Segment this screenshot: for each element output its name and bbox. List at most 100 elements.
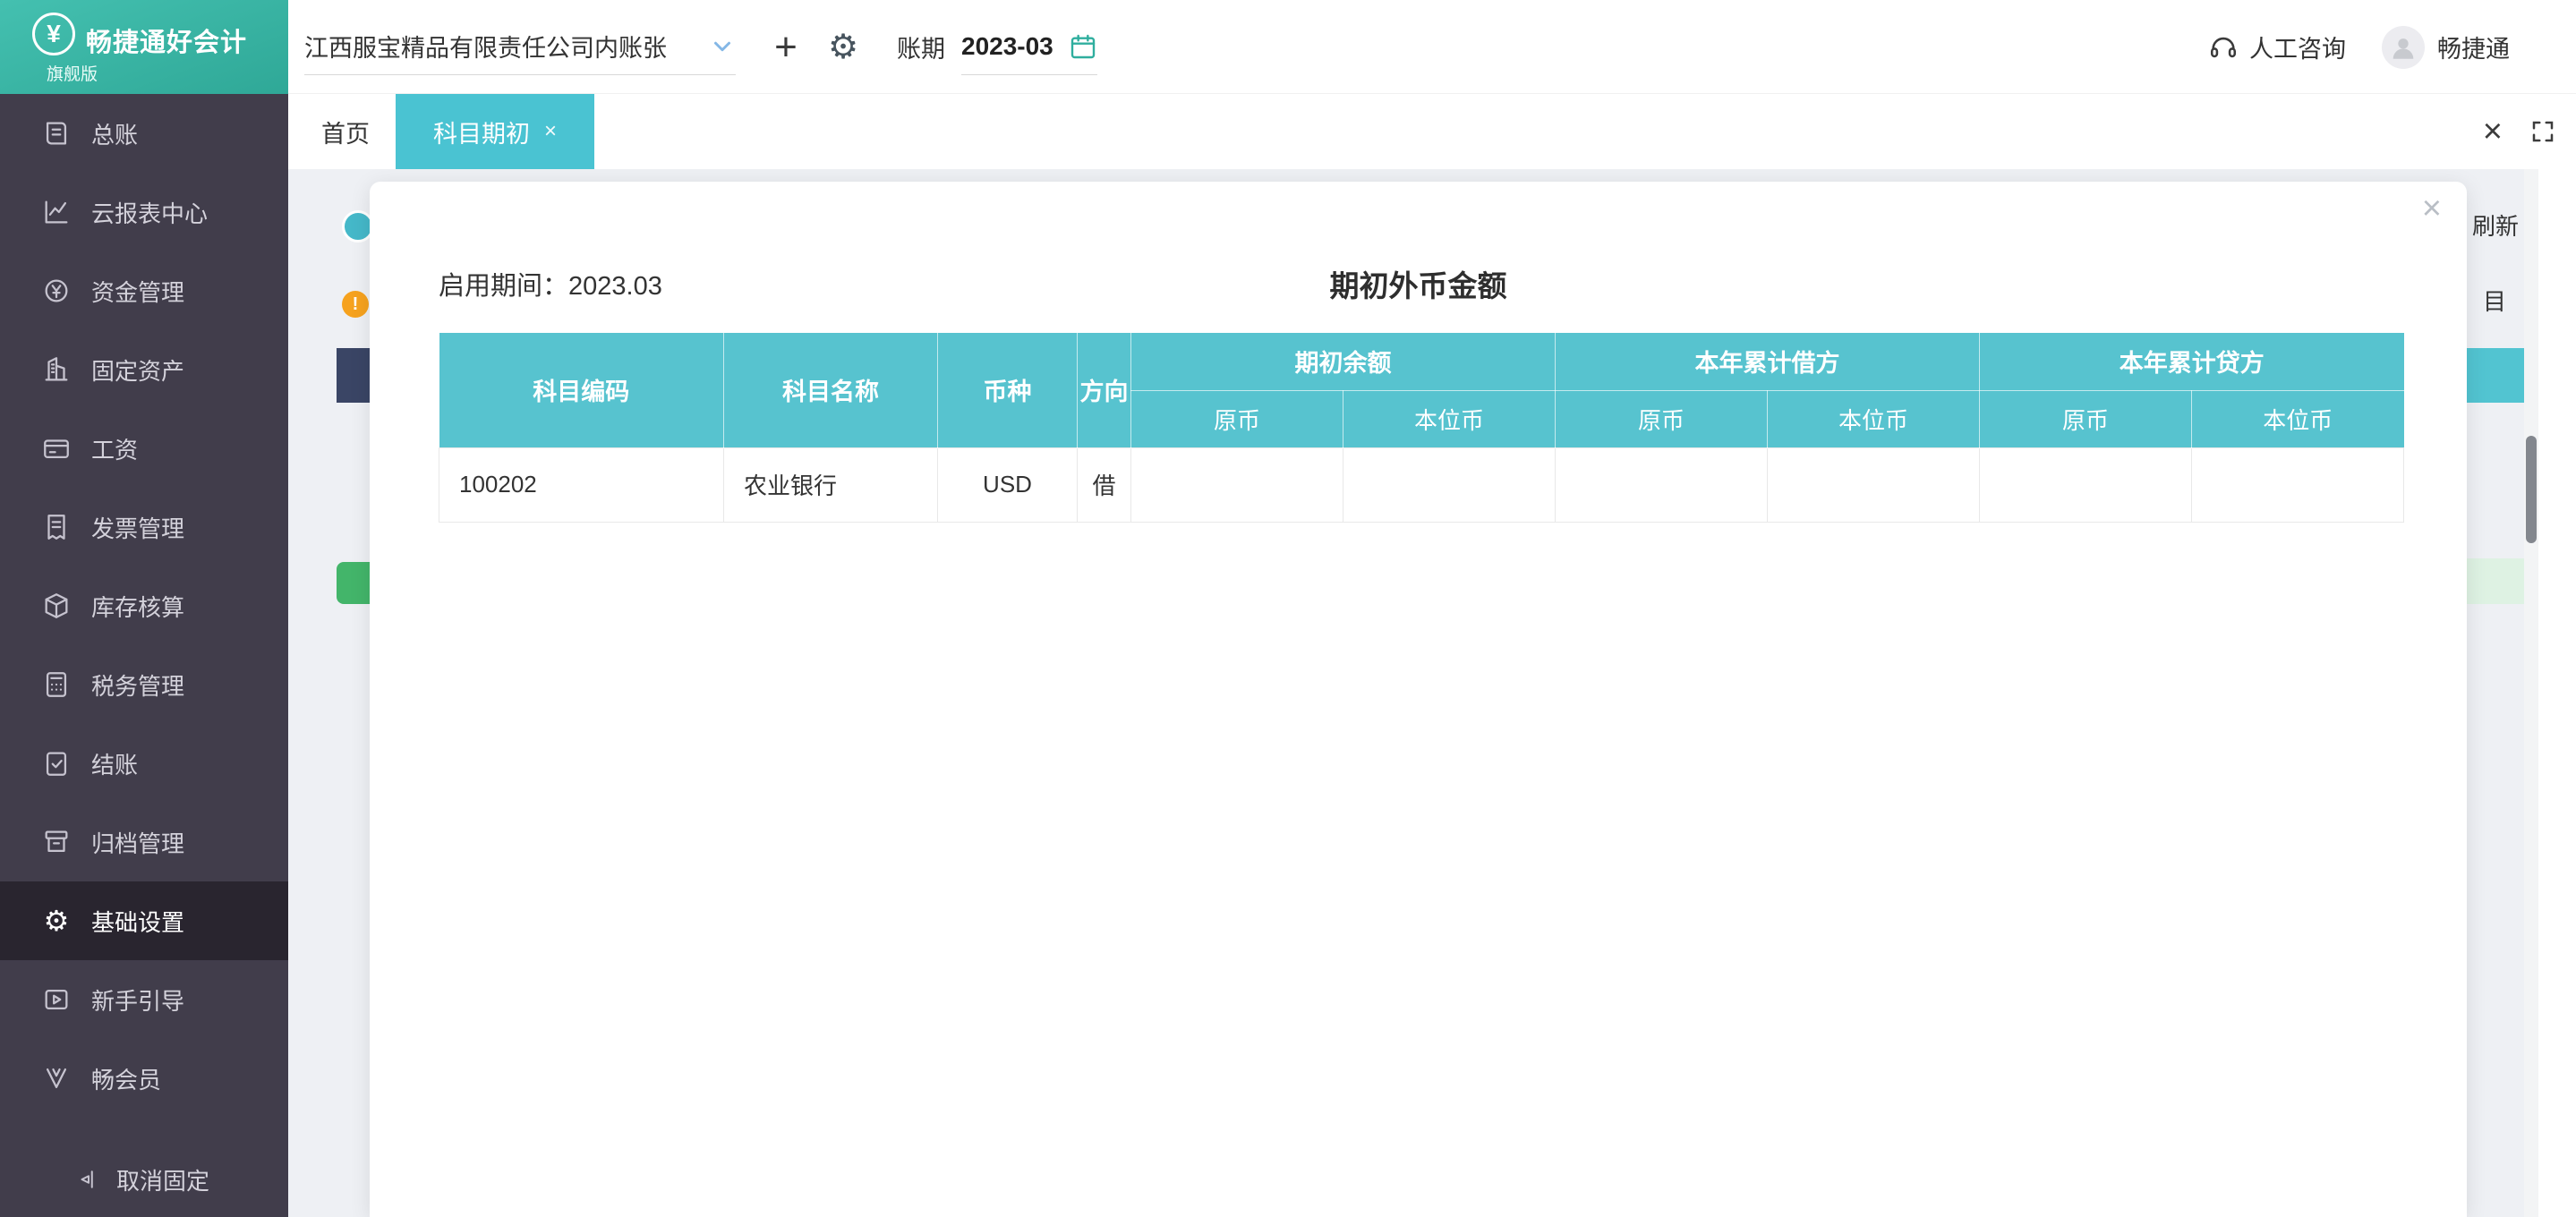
tab-account-opening[interactable]: 科目期初 × (396, 94, 594, 169)
cell-credit-base[interactable] (2191, 447, 2404, 523)
user-box: 畅捷通 (2382, 25, 2510, 69)
sidebar-item-label: 新手引导 (91, 987, 185, 1015)
col-group-ytd-debit: 本年累计借方 (1555, 333, 1980, 391)
support-label: 人工咨询 (2249, 36, 2346, 63)
background-table-header-fragment-right (2467, 348, 2524, 403)
col-header-code: 科目编码 (439, 333, 724, 447)
period-label: 账期 (897, 36, 945, 63)
sidebar: ¥ 畅捷通好会计 旗舰版 总账 云报表中心 资金管理 固定资产 工资 发票管理 … (0, 0, 288, 1217)
fx-table: 科目编码 科目名称 币种 方向 期初余额 本年累计借方 本年累计贷方 原币 本位… (439, 333, 2404, 523)
sidebar-item-basic-settings[interactable]: ⚙ 基础设置 (0, 881, 288, 960)
cell-name: 农业银行 (723, 447, 938, 523)
sidebar-item-cloud-reports[interactable]: 云报表中心 (0, 173, 288, 251)
calendar-icon (1070, 34, 1096, 58)
app-window: ¥ 畅捷通好会计 旗舰版 总账 云报表中心 资金管理 固定资产 工资 发票管理 … (0, 0, 2576, 1217)
dialog-header: 启用期间：2023.03 期初外币金额 (439, 257, 2398, 311)
col-header-currency: 币种 (937, 333, 1078, 447)
sidebar-item-label: 基础设置 (91, 908, 185, 936)
table-row: 100202 农业银行 USD 借 (439, 447, 2404, 523)
sidebar-item-payroll[interactable]: 工资 (0, 409, 288, 488)
brand-name: 畅捷通好会计 (86, 29, 248, 57)
cell-debit-original[interactable] (1555, 447, 1768, 523)
background-partial-text: 目 (2483, 288, 2507, 315)
content-area: ! 刷新 目 × 启用期间：2023.03 期初外币金额 科目编码 科目名称 币… (288, 169, 2576, 1217)
background-alert-icon: ! (342, 291, 369, 318)
tab-home[interactable]: 首页 (295, 94, 396, 169)
calculator-icon (46, 672, 67, 697)
sidebar-menu: 总账 云报表中心 资金管理 固定资产 工资 发票管理 库存核算 税务管理 结账 … (0, 94, 288, 1118)
dialog-close-icon[interactable]: × (2422, 189, 2442, 230)
fullscreen-button[interactable] (2529, 118, 2556, 145)
background-green-button-fragment (337, 562, 370, 604)
company-name: 江西服宝精品有限责任公司内账张 (304, 35, 667, 62)
archive-icon (45, 830, 68, 853)
sidebar-item-tax[interactable]: 税务管理 (0, 645, 288, 724)
unpin-icon (81, 1170, 93, 1188)
fx-table-wrapper: 科目编码 科目名称 币种 方向 期初余额 本年累计借方 本年累计贷方 原币 本位… (439, 333, 2404, 523)
chart-icon (45, 200, 68, 224)
support-button[interactable]: 人工咨询 (2208, 30, 2346, 64)
play-icon (45, 989, 68, 1010)
account-set-settings-button[interactable]: ⚙ (822, 0, 865, 94)
sidebar-item-inventory[interactable]: 库存核算 (0, 566, 288, 645)
cell-credit-original[interactable] (1979, 447, 2192, 523)
enable-period-label: 启用期间： (439, 272, 569, 301)
sidebar-item-label: 云报表中心 (91, 200, 209, 227)
add-account-set-button[interactable]: + (764, 0, 807, 94)
sidebar-item-archive[interactable]: 归档管理 (0, 803, 288, 881)
unpin-label: 取消固定 (116, 1167, 210, 1195)
chevron-down-icon (714, 41, 730, 51)
page-scrollbar-thumb[interactable] (2526, 436, 2537, 543)
tab-close-icon[interactable]: × (544, 119, 557, 144)
sidebar-item-fixed-assets[interactable]: 固定资产 (0, 330, 288, 409)
sidebar-item-label: 税务管理 (91, 672, 185, 700)
brand-edition: 旗舰版 (47, 65, 98, 84)
col-group-ytd-credit: 本年累计贷方 (1979, 333, 2404, 391)
page-scrollbar-track (2524, 169, 2538, 1217)
cell-opening-original[interactable] (1130, 447, 1343, 523)
cell-currency: USD (937, 447, 1078, 523)
col-header-debit-original: 原币 (1555, 390, 1768, 447)
sidebar-item-label: 固定资产 (91, 357, 185, 385)
cell-code: 100202 (439, 447, 724, 523)
sidebar-item-label: 资金管理 (91, 278, 185, 306)
col-header-opening-original: 原币 (1130, 390, 1343, 447)
col-header-debit-base: 本位币 (1767, 390, 1980, 447)
wallet-icon (44, 439, 69, 459)
background-lightgreen-fragment (2467, 558, 2524, 604)
period-value: 2023-03 (961, 31, 1053, 60)
ledger-icon (46, 122, 67, 145)
sidebar-item-general-ledger[interactable]: 总账 (0, 94, 288, 173)
brand-logo-icon: ¥ (32, 13, 75, 55)
unpin-button[interactable]: 取消固定 (0, 1142, 288, 1217)
background-refresh-link[interactable]: 刷新 (2472, 209, 2519, 242)
sidebar-item-funds[interactable]: 资金管理 (0, 251, 288, 330)
clipboard-check-icon (46, 752, 67, 776)
cell-opening-base[interactable] (1343, 447, 1556, 523)
avatar[interactable] (2382, 25, 2425, 69)
gear-icon: ⚙ (43, 905, 70, 937)
dialog-title: 期初外币金额 (1329, 269, 1507, 302)
close-all-tabs-button[interactable]: × (2483, 115, 2503, 149)
receipt-icon (47, 515, 65, 540)
sidebar-item-label: 发票管理 (91, 515, 185, 542)
sidebar-item-invoices[interactable]: 发票管理 (0, 488, 288, 566)
topbar-right: 人工咨询 畅捷通 (2208, 0, 2510, 94)
user-icon (2393, 38, 2414, 59)
col-header-direction: 方向 (1077, 333, 1131, 447)
col-header-credit-original: 原币 (1979, 390, 2192, 447)
sidebar-item-label: 归档管理 (91, 830, 185, 857)
cell-debit-base[interactable] (1767, 447, 1980, 523)
opening-fx-dialog: × 启用期间：2023.03 期初外币金额 科目编码 科目名称 币种 方向 期初… (370, 182, 2467, 1217)
sidebar-item-label: 工资 (91, 436, 139, 464)
sidebar-item-guide[interactable]: 新手引导 (0, 960, 288, 1039)
sidebar-item-closing[interactable]: 结账 (0, 724, 288, 803)
period-picker[interactable]: 2023-03 (961, 18, 1097, 75)
sidebar-item-membership[interactable]: 畅会员 (0, 1039, 288, 1118)
headset-icon (2210, 37, 2237, 57)
col-group-opening: 期初余额 (1130, 333, 1556, 391)
enable-period-value: 2023.03 (568, 272, 662, 301)
brand-header: ¥ 畅捷通好会计 旗舰版 (0, 0, 288, 94)
company-select[interactable]: 江西服宝精品有限责任公司内账张 (304, 18, 736, 75)
sidebar-item-label: 库存核算 (91, 593, 185, 621)
